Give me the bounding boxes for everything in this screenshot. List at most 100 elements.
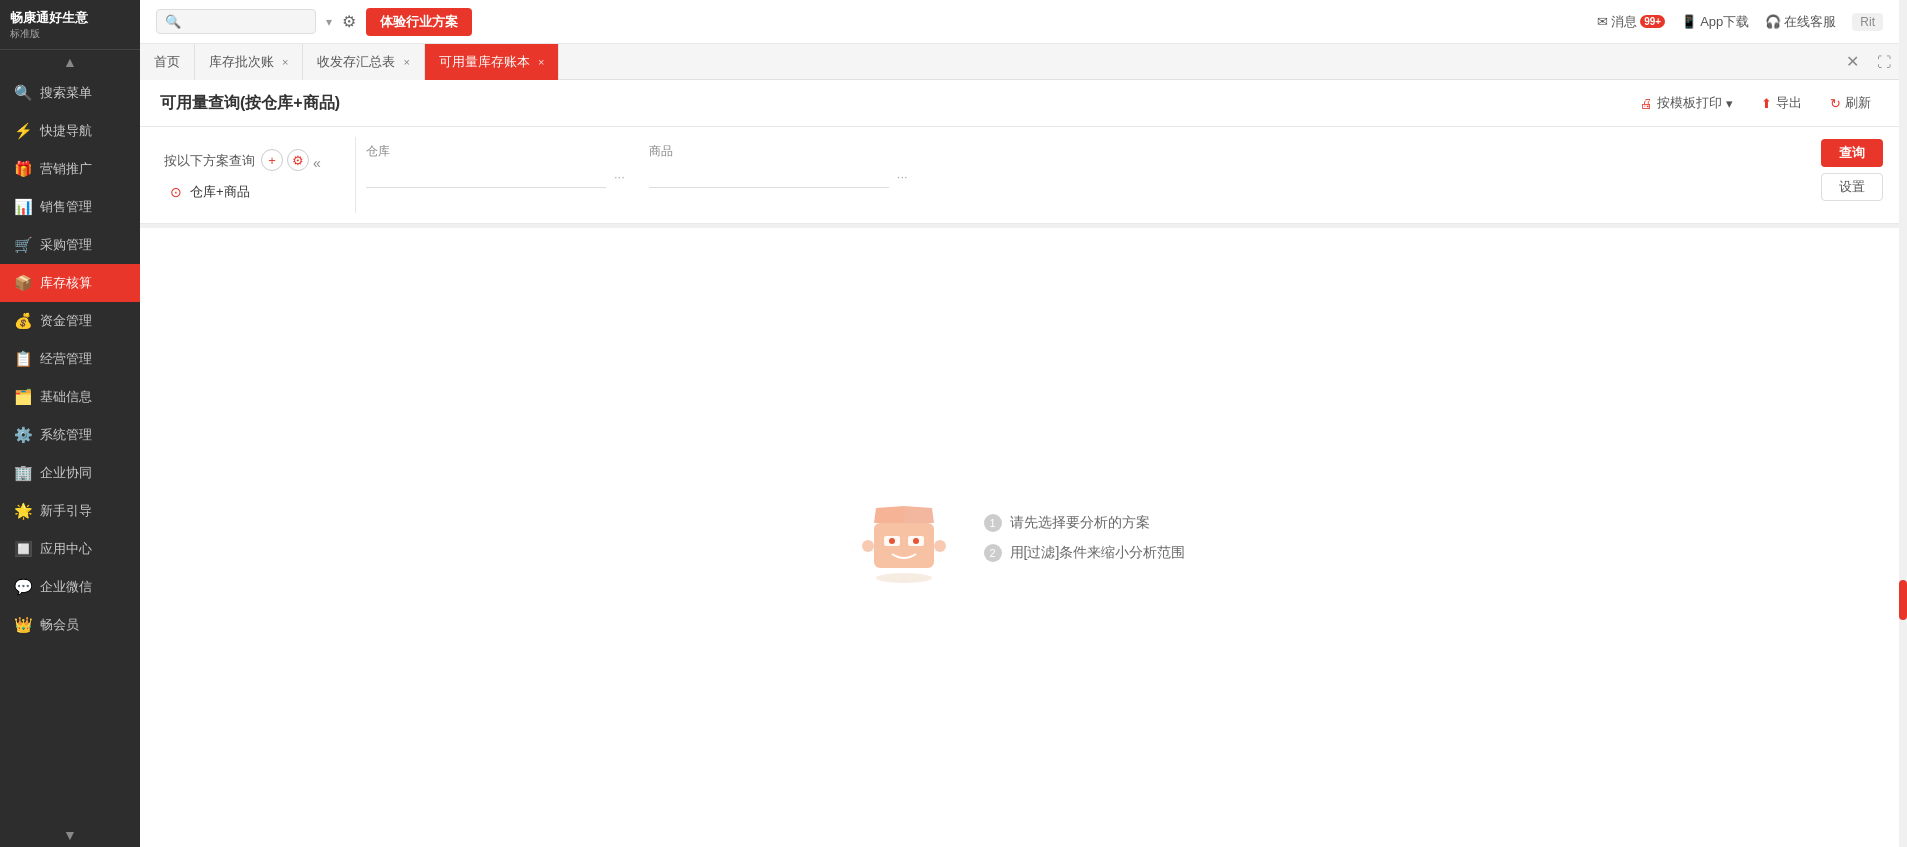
sidebar-item-sales[interactable]: 📊 销售管理 (0, 188, 140, 226)
enterprise-icon: 🏢 (14, 464, 32, 482)
quick-nav-icon: ⚡ (14, 122, 32, 140)
warehouse-input[interactable] (366, 164, 606, 188)
tip-item-2: 2 用[过滤]条件来缩小分析范围 (984, 544, 1186, 562)
mobile-icon: 📱 (1681, 14, 1697, 29)
filter-label: 按以下方案查询 (164, 146, 255, 170)
sidebar-item-label-enterprise-wechat: 企业微信 (40, 578, 92, 596)
notification-btn[interactable]: ✉ 消息 99+ (1597, 13, 1665, 31)
product-input[interactable] (649, 164, 889, 188)
purchase-icon: 🛒 (14, 236, 32, 254)
tab-close-available-ledger[interactable]: × (538, 56, 544, 68)
warehouse-label: 仓库 (366, 143, 629, 160)
tab-available-ledger[interactable]: 可用量库存账本 × (425, 44, 559, 80)
sidebar-item-label-purchase: 采购管理 (40, 236, 92, 254)
sidebar-item-system[interactable]: ⚙️ 系统管理 (0, 416, 140, 454)
product-filter-field: 商品 ··· (649, 143, 912, 188)
export-btn[interactable]: ⬆ 导出 (1753, 90, 1810, 116)
scheme-icon: ⊙ (170, 184, 182, 200)
sidebar-scroll-up[interactable]: ▲ (0, 50, 140, 74)
sidebar-item-finance[interactable]: 💰 资金管理 (0, 302, 140, 340)
sidebar-nav: 🔍 搜索菜单 ⚡ 快捷导航 🎁 营销推广 📊 销售管理 🛒 采购管理 📦 库存核… (0, 74, 140, 823)
search-icon: 🔍 (165, 14, 181, 29)
scrollbar-thumb[interactable] (1899, 580, 1907, 620)
tip-text-1: 请先选择要分析的方案 (1010, 514, 1150, 532)
collapse-btn[interactable]: « (313, 149, 321, 171)
refresh-icon: ↻ (1830, 96, 1841, 111)
svg-point-6 (913, 538, 919, 544)
tab-close-batch-account[interactable]: × (282, 56, 288, 68)
empty-tips: 1 请先选择要分析的方案 2 用[过滤]条件来缩小分析范围 (984, 514, 1186, 562)
svg-marker-1 (874, 506, 904, 523)
trial-btn[interactable]: 体验行业方案 (366, 8, 472, 36)
sidebar-item-new-guide[interactable]: 🌟 新手引导 (0, 492, 140, 530)
main-area: 🔍 ▾ ⚙ 体验行业方案 ✉ 消息 99+ 📱 App下载 🎧 在线客服 Rit (140, 0, 1899, 847)
topbar-dropdown-icon[interactable]: ▾ (326, 15, 332, 29)
sidebar: 畅康通好生意 标准版 ▲ 🔍 搜索菜单 ⚡ 快捷导航 🎁 营销推广 📊 销售管理… (0, 0, 140, 847)
svg-point-8 (934, 540, 946, 552)
tip-item-1: 1 请先选择要分析的方案 (984, 514, 1186, 532)
svg-rect-0 (874, 523, 934, 568)
search-input[interactable] (185, 15, 305, 29)
tip-text-2: 用[过滤]条件来缩小分析范围 (1010, 544, 1186, 562)
svg-marker-2 (904, 506, 934, 523)
marketing-icon: 🎁 (14, 160, 32, 178)
scheme-item-warehouse-product[interactable]: ⊙ 仓库+商品 (156, 175, 355, 209)
sidebar-item-operations[interactable]: 📋 经营管理 (0, 340, 140, 378)
scroll-up-btn[interactable]: ▲ (63, 54, 77, 70)
product-more-btn[interactable]: ··· (893, 167, 912, 186)
sidebar-item-purchase[interactable]: 🛒 采购管理 (0, 226, 140, 264)
system-icon: ⚙️ (14, 426, 32, 444)
settings-btn[interactable]: 设置 (1821, 173, 1883, 201)
template-print-btn[interactable]: 🖨 按模板打印 ▾ (1632, 90, 1741, 116)
close-all-tabs-btn[interactable]: ✕ (1836, 52, 1869, 71)
print-dropdown-icon[interactable]: ▾ (1726, 96, 1733, 111)
operations-icon: 📋 (14, 350, 32, 368)
sidebar-item-inventory[interactable]: 📦 库存核算 (0, 264, 140, 302)
warehouse-more-btn[interactable]: ··· (610, 167, 629, 186)
sidebar-item-quick-nav[interactable]: ⚡ 快捷导航 (0, 112, 140, 150)
topbar-search-box: 🔍 (156, 9, 316, 34)
svg-point-5 (889, 538, 895, 544)
sidebar-item-label-basic: 基础信息 (40, 388, 92, 406)
add-scheme-btn[interactable]: + (261, 149, 283, 171)
sidebar-item-enterprise[interactable]: 🏢 企业协同 (0, 454, 140, 492)
sales-icon: 📊 (14, 198, 32, 216)
user-avatar[interactable]: Rit (1852, 13, 1883, 31)
tip-num-2: 2 (984, 544, 1002, 562)
tip-num-1: 1 (984, 514, 1002, 532)
online-service-btn[interactable]: 🎧 在线客服 (1765, 13, 1836, 31)
tab-label-available-ledger: 可用量库存账本 (439, 53, 530, 71)
brand-sub: 标准版 (10, 27, 130, 41)
tabs-bar: 首页库存批次账×收发存汇总表× 可用量库存账本 × ✕ ⛶ (140, 44, 1899, 80)
sidebar-item-label-marketing: 营销推广 (40, 160, 92, 178)
query-btn[interactable]: 查询 (1821, 139, 1883, 167)
scroll-down-btn[interactable]: ▼ (63, 827, 77, 843)
product-label: 商品 (649, 143, 912, 160)
sidebar-item-search[interactable]: 🔍 搜索菜单 (0, 74, 140, 112)
sidebar-item-member[interactable]: 👑 畅会员 (0, 606, 140, 644)
sidebar-item-basic[interactable]: 🗂️ 基础信息 (0, 378, 140, 416)
tab-home[interactable]: 首页 (140, 44, 195, 80)
expand-tabs-btn[interactable]: ⛶ (1869, 54, 1899, 70)
svg-point-9 (876, 573, 932, 583)
sidebar-item-label-search: 搜索菜单 (40, 84, 92, 102)
topbar-gear-icon[interactable]: ⚙ (342, 12, 356, 31)
tab-close-inventory-summary[interactable]: × (403, 56, 409, 68)
sidebar-scroll-down[interactable]: ▼ (0, 823, 140, 847)
sidebar-item-app-center[interactable]: 🔲 应用中心 (0, 530, 140, 568)
app-download-btn[interactable]: 📱 App下载 (1681, 13, 1749, 31)
tab-inventory-summary[interactable]: 收发存汇总表× (303, 44, 424, 80)
refresh-btn[interactable]: ↻ 刷新 (1822, 90, 1879, 116)
svg-point-7 (862, 540, 874, 552)
scheme-settings-btn[interactable]: ⚙ (287, 149, 309, 171)
sidebar-item-marketing[interactable]: 🎁 营销推广 (0, 150, 140, 188)
page-header: 可用量查询(按仓库+商品) 🖨 按模板打印 ▾ ⬆ 导出 ↻ 刷新 (140, 80, 1899, 127)
query-btn-area: 查询 设置 (1821, 137, 1883, 201)
export-icon: ⬆ (1761, 96, 1772, 111)
app-center-icon: 🔲 (14, 540, 32, 558)
page-title: 可用量查询(按仓库+商品) (160, 93, 340, 114)
tab-batch-account[interactable]: 库存批次账× (195, 44, 303, 80)
sidebar-item-enterprise-wechat[interactable]: 💬 企业微信 (0, 568, 140, 606)
sidebar-item-label-finance: 资金管理 (40, 312, 92, 330)
filter-header-row: 按以下方案查询 + ⚙ « (156, 141, 355, 175)
